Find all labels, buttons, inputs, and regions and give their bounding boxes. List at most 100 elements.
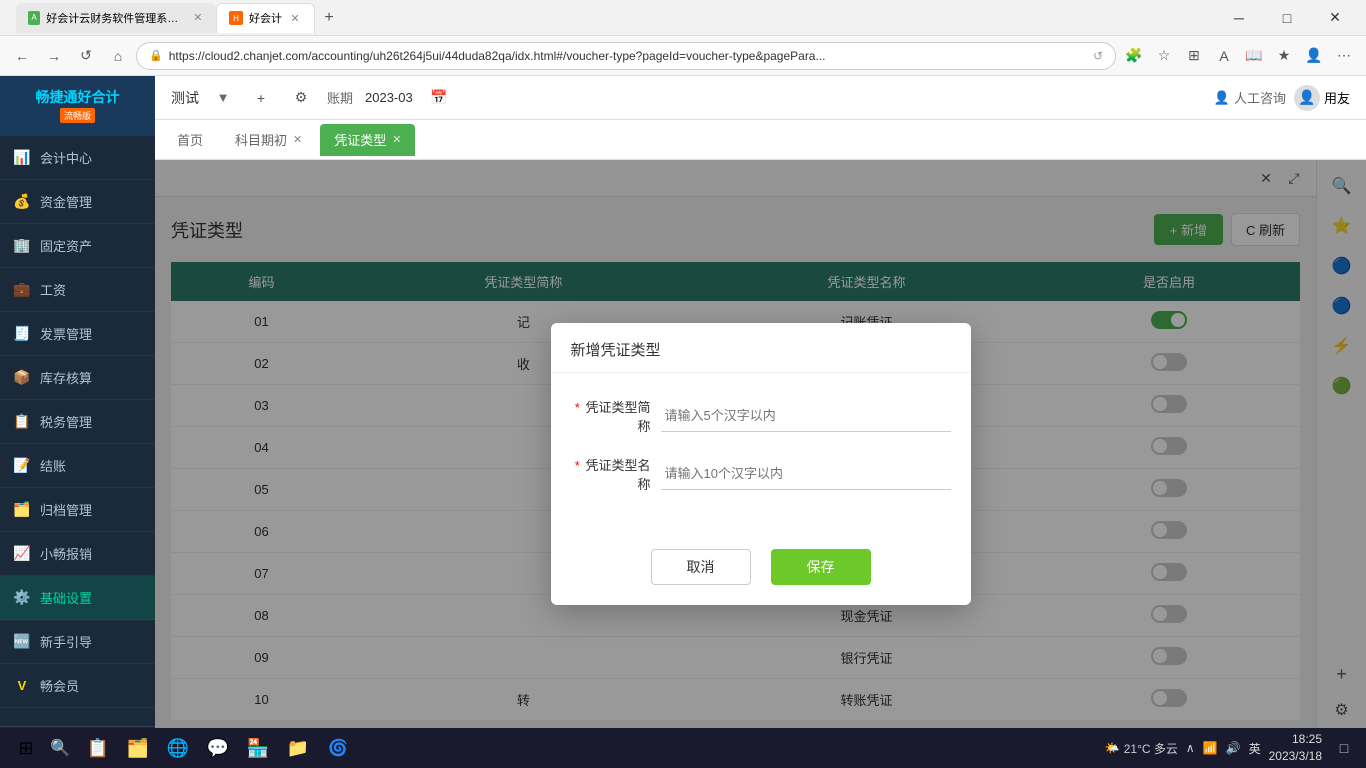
modal-header: 新增凭证类型 xyxy=(551,323,971,373)
logo-text: 畅捷通好合计 xyxy=(36,89,120,106)
wifi-icon: 📶 xyxy=(1203,741,1218,755)
sidebar-item-settings[interactable]: ⚙️ 基础设置 xyxy=(0,576,155,620)
taskbar-app-browser[interactable]: 🌐 xyxy=(160,730,196,766)
home-button[interactable]: ⌂ xyxy=(104,42,132,70)
forward-button[interactable]: → xyxy=(40,42,68,70)
sidebar-label-inventory: 库存核算 xyxy=(40,368,92,387)
user-label: 用友 xyxy=(1324,88,1350,107)
dashboard-icon: 📊 xyxy=(12,148,32,168)
user-info[interactable]: 👤 用友 xyxy=(1294,85,1350,111)
back-button[interactable]: ← xyxy=(8,42,36,70)
settings-gear-button[interactable]: ⚙ xyxy=(287,84,315,112)
tab-bar: A 好会计云财务软件管理系统_会计 ✕ H 好会计 ✕ + xyxy=(16,0,1216,36)
tab-home[interactable]: 首页 xyxy=(163,124,217,156)
sidebar-item-member[interactable]: V 畅会员 xyxy=(0,664,155,708)
sidebar-item-settle[interactable]: 📝 结账 xyxy=(0,444,155,488)
taskbar-app-chat[interactable]: 💬 xyxy=(200,730,236,766)
extensions-button[interactable]: 🧩 xyxy=(1120,42,1148,70)
name-form-row: * 凭证类型名称 xyxy=(571,455,951,493)
taskbar-app-store[interactable]: 🏪 xyxy=(240,730,276,766)
url-bar[interactable]: 🔒 https://cloud2.chanjet.com/accounting/… xyxy=(136,42,1116,70)
sidebar-item-salary[interactable]: 💼 工资 xyxy=(0,268,155,312)
refresh-button[interactable]: ↺ xyxy=(72,42,100,70)
collections-button[interactable]: ⊞ xyxy=(1180,42,1208,70)
taskbar-app-folder[interactable]: 📁 xyxy=(280,730,316,766)
sidebar-item-dashboard[interactable]: 📊 会计中心 xyxy=(0,136,155,180)
sidebar-item-guide[interactable]: 🆕 新手引导 xyxy=(0,620,155,664)
browser-tab-2[interactable]: H 好会计 ✕ xyxy=(216,3,315,33)
sidebar-logo: 畅捷通好合计 流畅版 xyxy=(0,76,155,136)
taskbar-app-files[interactable]: 🗂️ xyxy=(120,730,156,766)
sidebar-item-report[interactable]: 📈 小畅报销 xyxy=(0,532,155,576)
clock-time: 18:25 xyxy=(1269,731,1322,748)
sidebar-item-tax[interactable]: 📋 税务管理 xyxy=(0,400,155,444)
modal-overlay: 新增凭证类型 * 凭证类型简称 xyxy=(155,160,1366,768)
workspace-dropdown[interactable]: ▼ xyxy=(211,86,235,110)
tab2-close[interactable]: ✕ xyxy=(288,11,302,25)
sidebar-label-archive: 归档管理 xyxy=(40,500,92,519)
close-button[interactable]: ✕ xyxy=(1312,0,1358,36)
browser-tab-1[interactable]: A 好会计云财务软件管理系统_会计 ✕ xyxy=(16,3,216,33)
inventory-icon: 📦 xyxy=(12,368,32,388)
tab-voucher-type-close[interactable]: ✕ xyxy=(392,133,401,146)
sidebar-item-invoice[interactable]: 🧾 发票管理 xyxy=(0,312,155,356)
sidebar-label-tax: 税务管理 xyxy=(40,412,92,431)
guide-icon: 🆕 xyxy=(12,632,32,652)
clock-date: 2023/3/18 xyxy=(1269,748,1322,765)
add-workspace-button[interactable]: + xyxy=(247,84,275,112)
abbr-input[interactable] xyxy=(661,400,951,432)
abbr-form-row: * 凭证类型简称 xyxy=(571,397,951,435)
taskbar-app-edge[interactable]: 🌀 xyxy=(320,730,356,766)
language-indicator: 英 xyxy=(1249,740,1261,757)
calendar-icon[interactable]: 📅 xyxy=(425,84,453,112)
notification-button[interactable]: □ xyxy=(1330,734,1358,762)
start-button[interactable]: ⊞ xyxy=(8,732,44,764)
sidebar-label-capital: 资金管理 xyxy=(40,192,92,211)
tab1-title: 好会计云财务软件管理系统_会计 xyxy=(46,10,186,26)
taskbar-right: 🌤️ 21°C 多云 ∧ 📶 🔊 英 18:25 2023/3/18 □ xyxy=(1105,731,1358,765)
more-button[interactable]: ⋯ xyxy=(1330,42,1358,70)
add-to-favorites-button[interactable]: ★ xyxy=(1270,42,1298,70)
tab1-close[interactable]: ✕ xyxy=(192,11,204,25)
system-tray[interactable]: ∧ xyxy=(1186,741,1195,755)
profile-button[interactable]: 👤 xyxy=(1300,42,1328,70)
new-tab-button[interactable]: + xyxy=(315,4,343,32)
member-icon: V xyxy=(12,676,32,696)
save-button[interactable]: 保存 xyxy=(771,549,871,585)
sidebar-item-capital[interactable]: 💰 资金管理 xyxy=(0,180,155,224)
tab-period-close[interactable]: ✕ xyxy=(293,133,302,146)
browser-title-bar: A 好会计云财务软件管理系统_会计 ✕ H 好会计 ✕ + ─ □ ✕ xyxy=(0,0,1366,36)
capital-icon: 💰 xyxy=(12,192,32,212)
consult-button[interactable]: 👤 人工咨询 xyxy=(1214,88,1286,107)
tab-voucher-type[interactable]: 凭证类型 ✕ xyxy=(320,124,415,156)
address-bar: ← → ↺ ⌂ 🔒 https://cloud2.chanjet.com/acc… xyxy=(0,36,1366,76)
translate-button[interactable]: A xyxy=(1210,42,1238,70)
tab1-favicon: A xyxy=(28,11,40,25)
minimize-button[interactable]: ─ xyxy=(1216,0,1262,36)
invoice-icon: 🧾 xyxy=(12,324,32,344)
maximize-button[interactable]: □ xyxy=(1264,0,1310,36)
tax-icon: 📋 xyxy=(12,412,32,432)
workspace-name: 测试 xyxy=(171,88,199,108)
period-label: 账期 xyxy=(327,88,353,107)
immersive-reader-button[interactable]: 📖 xyxy=(1240,42,1268,70)
sidebar-item-inventory[interactable]: 📦 库存核算 xyxy=(0,356,155,400)
favorites-button[interactable]: ☆ xyxy=(1150,42,1178,70)
tab-period[interactable]: 科目期初 ✕ xyxy=(221,124,316,156)
abbr-required-star: * xyxy=(575,400,580,415)
main-content: 测试 ▼ + ⚙ 账期 2023-03 📅 👤 人工咨询 👤 用友 xyxy=(155,76,1366,768)
sidebar-item-archive[interactable]: 🗂️ 归档管理 xyxy=(0,488,155,532)
taskbar-clock[interactable]: 18:25 2023/3/18 xyxy=(1269,731,1322,765)
weather-icon: 🌤️ xyxy=(1105,741,1120,755)
tab2-favicon: H xyxy=(229,11,243,25)
taskbar-app-tasklist[interactable]: 📋 xyxy=(80,730,116,766)
sidebar: 畅捷通好合计 流畅版 📊 会计中心 💰 资金管理 🏢 固定资产 💼 工资 🧾 xyxy=(0,76,155,768)
app-container: 畅捷通好合计 流畅版 📊 会计中心 💰 资金管理 🏢 固定资产 💼 工资 🧾 xyxy=(0,76,1366,768)
name-input[interactable] xyxy=(661,458,951,490)
cancel-button[interactable]: 取消 xyxy=(651,549,751,585)
browser-toolbar: 🧩 ☆ ⊞ A 📖 ★ 👤 ⋯ xyxy=(1120,42,1358,70)
sidebar-item-assets[interactable]: 🏢 固定资产 xyxy=(0,224,155,268)
abbr-label: * 凭证类型简称 xyxy=(571,397,661,435)
taskbar-search-button[interactable]: 🔍 xyxy=(44,732,76,764)
sidebar-label-guide: 新手引导 xyxy=(40,632,92,651)
